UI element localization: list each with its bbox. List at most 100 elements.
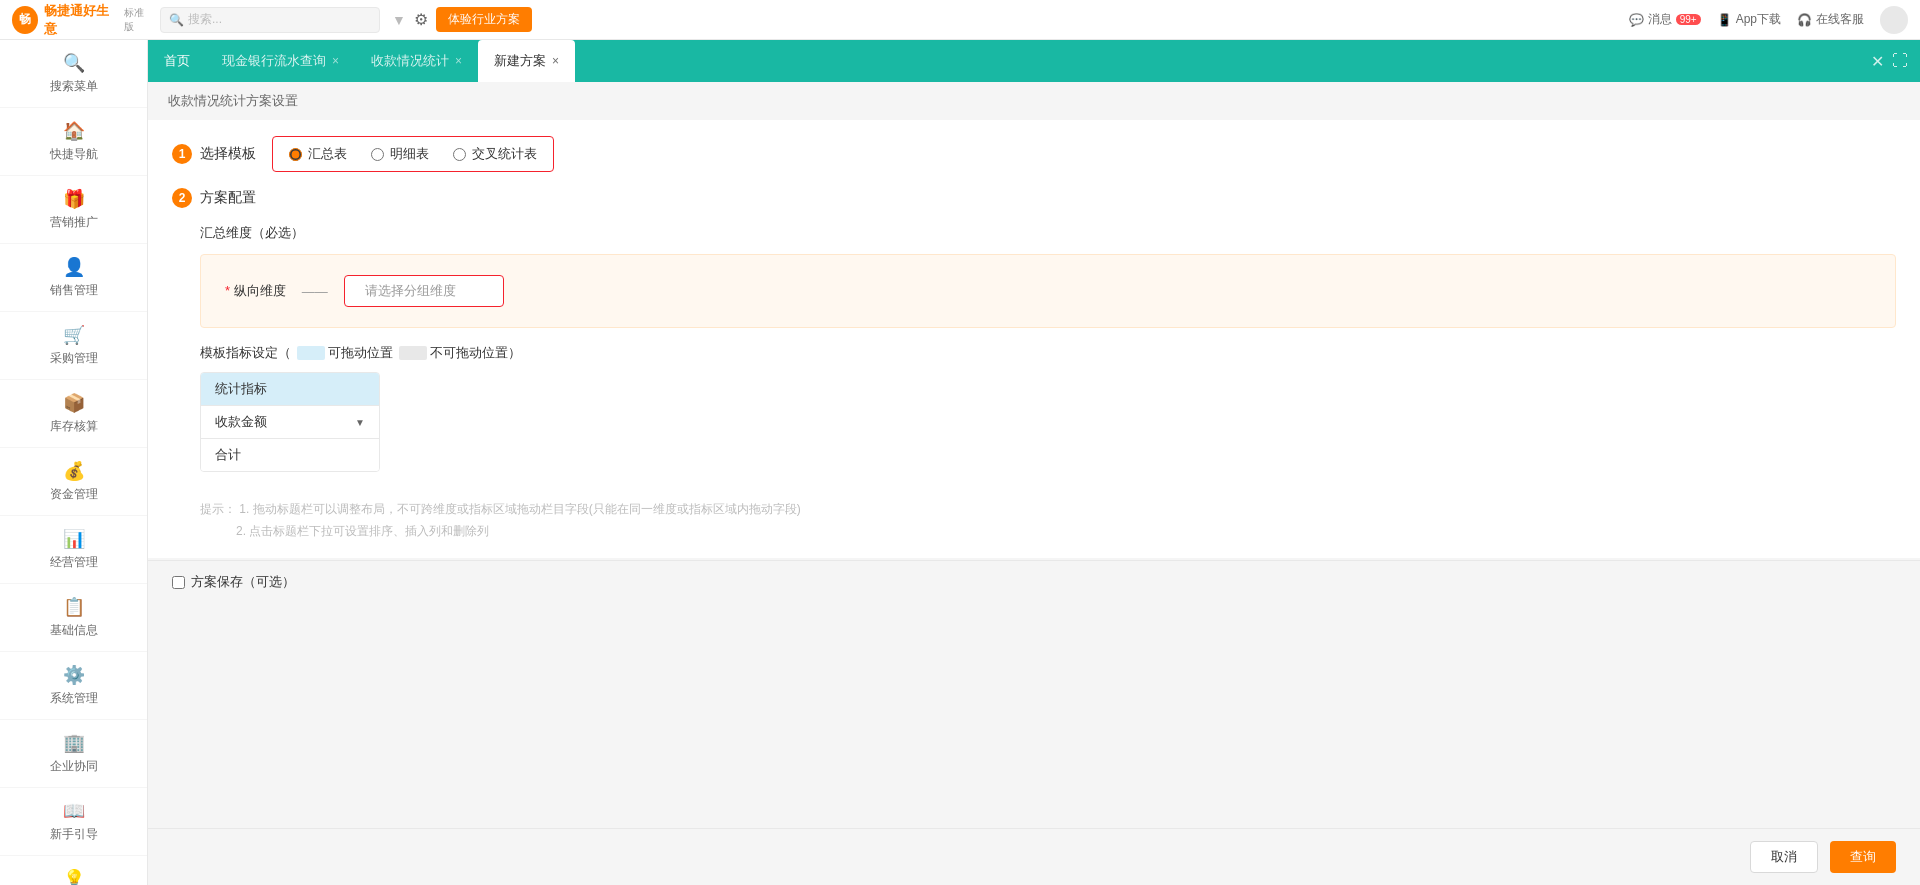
sidebar-item-guide[interactable]: 📖 新手引导 xyxy=(0,788,147,856)
inventory-icon: 📦 xyxy=(63,392,85,414)
template-summary-radio[interactable] xyxy=(289,148,302,161)
sidebar-item-label: 系统管理 xyxy=(50,690,98,707)
sales-icon: 👤 xyxy=(63,256,85,278)
tab-close-icon[interactable]: ✕ xyxy=(1871,52,1884,71)
step2-number: 2 xyxy=(172,188,192,208)
vertical-dim-label: * 纵向维度 xyxy=(225,282,286,300)
template-summary-label: 汇总表 xyxy=(308,145,347,163)
template-detail-option[interactable]: 明细表 xyxy=(371,145,429,163)
guide-icon: 📖 xyxy=(63,800,85,822)
dropdown-arrow-icon[interactable]: ▼ xyxy=(355,417,365,428)
sidebar-item-finance[interactable]: 💰 资金管理 xyxy=(0,448,147,516)
indicator-header-text: 统计指标 xyxy=(215,381,267,396)
enterprise-icon: 🏢 xyxy=(63,732,85,754)
search-box[interactable]: 🔍 搜索... xyxy=(160,7,380,33)
user-avatar[interactable] xyxy=(1880,6,1908,34)
tab-new-plan[interactable]: 新建方案 × xyxy=(478,40,575,82)
dimension-area: * 纵向维度 —— 请选择分组维度 xyxy=(200,254,1896,328)
indicator-row-total: 合计 xyxy=(201,438,379,471)
breadcrumb: 收款情况统计方案设置 xyxy=(168,93,298,108)
template-detail-label: 明细表 xyxy=(390,145,429,163)
tip-1: 提示： 1. 拖动标题栏可以调整布局，不可跨维度或指标区域拖动栏目字段(只能在同… xyxy=(200,499,1896,521)
sidebar-item-label: 营销推广 xyxy=(50,214,98,231)
sidebar-item-marketing[interactable]: 🎁 营销推广 xyxy=(0,176,147,244)
vertical-dim-text: 纵向维度 xyxy=(234,283,286,298)
tab-collection-stat-close[interactable]: × xyxy=(455,54,462,68)
sidebar-item-label: 库存核算 xyxy=(50,418,98,435)
sidebar-item-inventory[interactable]: 📦 库存核算 xyxy=(0,380,147,448)
non-draggable-label: 不可拖动位置） xyxy=(430,344,521,362)
support-action[interactable]: 🎧 在线客服 xyxy=(1797,11,1864,28)
sidebar-item-label: 采购管理 xyxy=(50,350,98,367)
tip-prefix: 提示： xyxy=(200,502,236,516)
vertical-dimension-row: * 纵向维度 —— 请选择分组维度 xyxy=(225,275,1871,307)
non-draggable-color-box xyxy=(399,346,427,360)
non-draggable-legend: 不可拖动位置） xyxy=(399,344,521,362)
sidebar-item-label: 快捷导航 xyxy=(50,146,98,163)
tab-bar: 首页 现金银行流水查询 × 收款情况统计 × 新建方案 × ✕ ⛶ xyxy=(148,40,1920,82)
notification-icon: 💬 xyxy=(1629,13,1644,27)
tab-bar-end: ✕ ⛶ xyxy=(1871,52,1920,71)
search-dropdown-icon[interactable]: ▼ xyxy=(392,12,406,28)
tab-new-plan-close[interactable]: × xyxy=(552,54,559,68)
download-label: App下载 xyxy=(1736,11,1781,28)
template-summary-option[interactable]: 汇总表 xyxy=(289,145,347,163)
tips-section: 提示： 1. 拖动标题栏可以调整布局，不可跨维度或指标区域拖动栏目字段(只能在同… xyxy=(200,499,1896,542)
download-action[interactable]: 📱 App下载 xyxy=(1717,11,1781,28)
tab-collection-stat-label: 收款情况统计 xyxy=(371,52,449,70)
gear-icon[interactable]: ⚙ xyxy=(414,10,428,29)
tab-bank-flow-close[interactable]: × xyxy=(332,54,339,68)
sidebar-item-label: 企业协同 xyxy=(50,758,98,775)
template-cross-radio[interactable] xyxy=(453,148,466,161)
basic-info-icon: 📋 xyxy=(63,596,85,618)
sidebar-item-purchase[interactable]: 🛒 采购管理 xyxy=(0,312,147,380)
sidebar-item-enterprise[interactable]: 🏢 企业协同 xyxy=(0,720,147,788)
sidebar: 🔍 搜索菜单 🏠 快捷导航 🎁 营销推广 👤 销售管理 🛒 采购管理 📦 库存核… xyxy=(0,40,148,885)
notification-action[interactable]: 💬 消息 99+ xyxy=(1629,11,1701,28)
dimension-title: 汇总维度（必选） xyxy=(200,224,1896,242)
search-menu-icon: 🔍 xyxy=(63,52,85,74)
notification-badge: 99+ xyxy=(1676,14,1701,25)
dimension-placeholder: 请选择分组维度 xyxy=(365,283,456,298)
template-detail-radio[interactable] xyxy=(371,148,384,161)
template-cross-option[interactable]: 交叉统计表 xyxy=(453,145,537,163)
sidebar-item-basic-info[interactable]: 📋 基础信息 xyxy=(0,584,147,652)
top-bar: 畅 畅捷通好生意 标准版 🔍 搜索... ▼ ⚙ 体验行业方案 💬 消息 99+… xyxy=(0,0,1920,40)
sidebar-item-search-menu[interactable]: 🔍 搜索菜单 xyxy=(0,40,147,108)
indicator-amount-label: 收款金额 xyxy=(215,413,267,431)
sidebar-item-label: 资金管理 xyxy=(50,486,98,503)
tab-maximize-icon[interactable]: ⛶ xyxy=(1892,52,1908,70)
sidebar-item-label: 经营管理 xyxy=(50,554,98,571)
dimension-select-box[interactable]: 请选择分组维度 xyxy=(344,275,504,307)
sidebar-item-sales[interactable]: 👤 销售管理 xyxy=(0,244,147,312)
system-icon: ⚙️ xyxy=(63,664,85,686)
indicator-table: 统计指标 收款金额 ▼ 合计 xyxy=(200,372,380,472)
sidebar-item-label: 销售管理 xyxy=(50,282,98,299)
sidebar-item-label: 基础信息 xyxy=(50,622,98,639)
industry-button[interactable]: 体验行业方案 xyxy=(436,7,532,32)
tab-bank-flow[interactable]: 现金银行流水查询 × xyxy=(206,40,355,82)
sidebar-item-label: 新手引导 xyxy=(50,826,98,843)
top-bar-actions: 💬 消息 99+ 📱 App下载 🎧 在线客服 xyxy=(1629,6,1908,34)
indicator-title-text: 模板指标设定（ xyxy=(200,344,291,362)
query-button[interactable]: 查询 xyxy=(1830,841,1896,873)
indicator-settings: 模板指标设定（ 可拖动位置 不可拖动位置） xyxy=(200,344,1896,475)
content-area: 首页 现金银行流水查询 × 收款情况统计 × 新建方案 × ✕ ⛶ xyxy=(148,40,1920,885)
sidebar-item-system[interactable]: ⚙️ 系统管理 xyxy=(0,652,147,720)
sidebar-item-operations[interactable]: 📊 经营管理 xyxy=(0,516,147,584)
tab-home[interactable]: 首页 xyxy=(148,40,206,82)
cancel-button[interactable]: 取消 xyxy=(1750,841,1818,873)
step2-title-row: 2 方案配置 xyxy=(172,188,1896,208)
save-checkbox[interactable] xyxy=(172,576,185,589)
required-star: * xyxy=(225,283,230,298)
tab-collection-stat[interactable]: 收款情况统计 × xyxy=(355,40,478,82)
sidebar-item-smart-hw[interactable]: 💡 智能硬件 xyxy=(0,856,147,885)
indicator-row-amount[interactable]: 收款金额 ▼ xyxy=(201,405,379,438)
sidebar-item-label: 搜索菜单 xyxy=(50,78,98,95)
logo: 畅 畅捷通好生意 标准版 xyxy=(12,2,152,38)
tip-1-text: 1. 拖动标题栏可以调整布局，不可跨维度或指标区域拖动栏目字段(只能在同一维度或… xyxy=(239,502,800,516)
indicator-title-row: 模板指标设定（ 可拖动位置 不可拖动位置） xyxy=(200,344,1896,362)
sidebar-item-quick-nav[interactable]: 🏠 快捷导航 xyxy=(0,108,147,176)
step2-label: 方案配置 xyxy=(200,189,256,207)
save-checkbox-label[interactable]: 方案保存（可选） xyxy=(172,573,295,591)
